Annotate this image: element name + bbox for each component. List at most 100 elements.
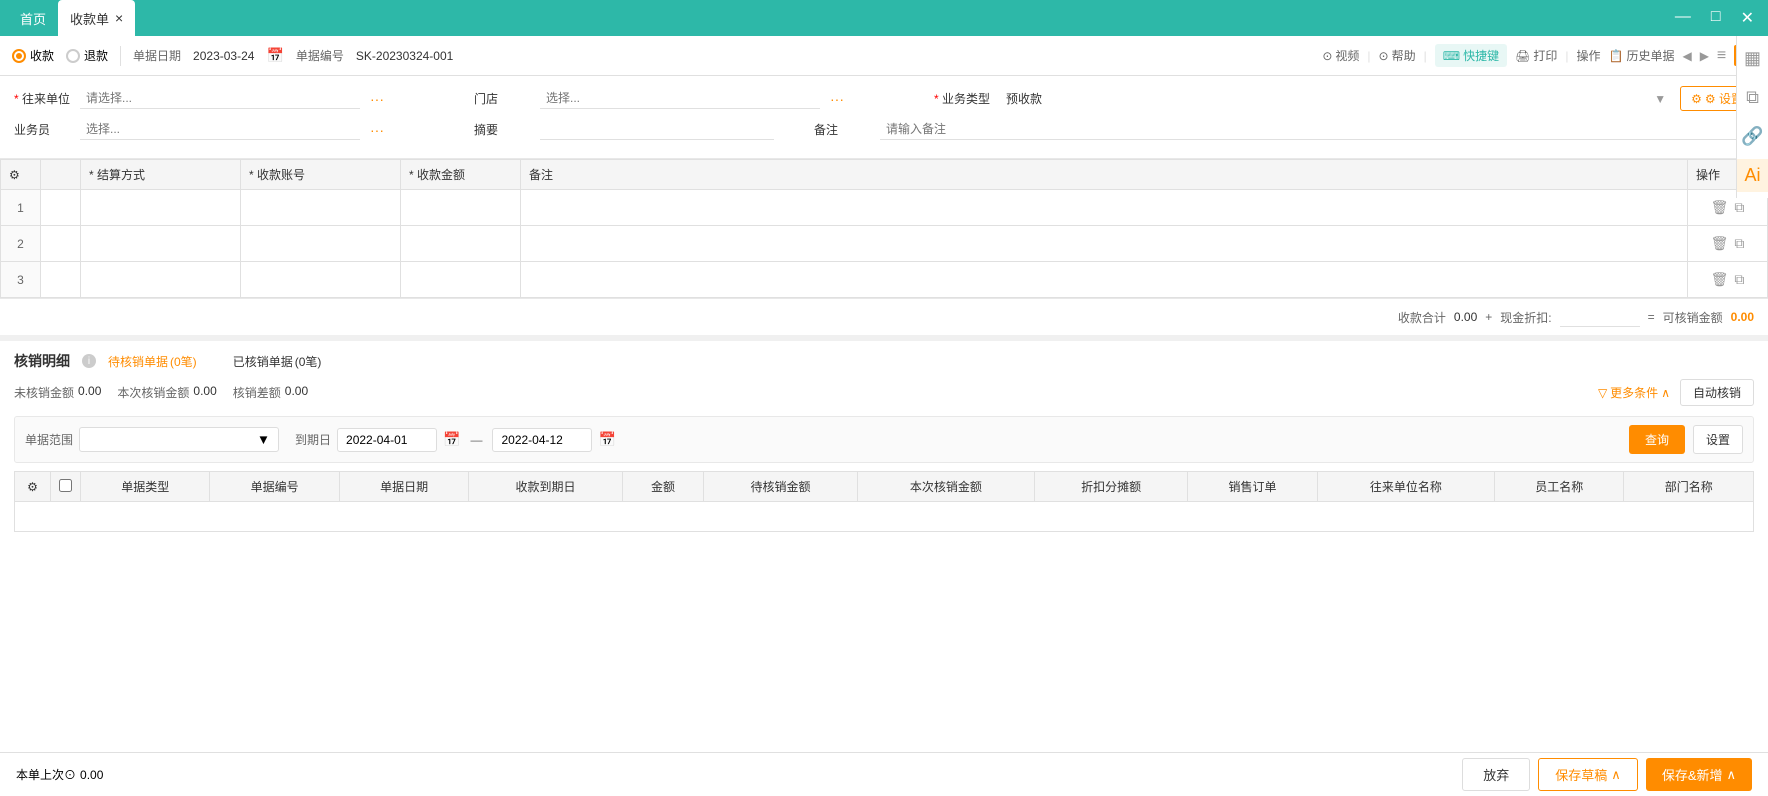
date-from-input[interactable] (337, 428, 437, 452)
more-conditions-btn[interactable]: ▽ 更多条件 ∧ (1598, 384, 1670, 401)
copy-icon-1[interactable]: ⧉ (1734, 199, 1744, 216)
save-new-button[interactable]: 保存&新增 ∧ (1646, 758, 1752, 791)
refund-radio[interactable]: 退款 (66, 47, 108, 64)
delete-icon-2[interactable]: 🗑 (1711, 235, 1729, 252)
shortcut-btn[interactable]: ⌨ 快捷键 (1435, 44, 1507, 67)
pending-tab[interactable]: 待核销单据 (0笔) (108, 353, 197, 370)
table-settings-icon[interactable]: ⚙ (1, 160, 41, 190)
hexiao-info-icon[interactable]: i (82, 354, 96, 368)
note-input[interactable] (880, 119, 1754, 140)
salesman-more-icon[interactable]: ··· (370, 122, 384, 138)
row-3-note[interactable] (521, 262, 1688, 298)
footer-info: 本单上次⊙ 0.00 (16, 766, 103, 783)
diff-value: 0.00 (285, 384, 308, 401)
delete-icon-1[interactable]: 🗑 (1711, 199, 1729, 216)
minimize-button[interactable]: — (1669, 6, 1697, 30)
row-2-account[interactable] (241, 226, 401, 262)
cal-to-icon[interactable]: 📅 (598, 431, 615, 448)
bottom-col-partner: 往来单位名称 (1317, 472, 1494, 502)
row-1-note[interactable] (521, 190, 1688, 226)
panel-link-icon[interactable]: 🔗 (1741, 120, 1763, 153)
bottom-table-empty-row (15, 502, 1754, 532)
bottom-col-pending: 待核销金额 (704, 472, 857, 502)
range-dropdown[interactable]: ▼ (79, 427, 279, 452)
draft-button[interactable]: 保存草稿 ∧ (1538, 758, 1638, 791)
close-window-button[interactable]: ✕ (1735, 6, 1760, 30)
receipt-refund-toggle: 收款 退款 (12, 47, 108, 64)
date-dash: — (470, 433, 482, 447)
receipt-radio[interactable]: 收款 (12, 47, 54, 64)
row-2-amount[interactable] (401, 226, 521, 262)
refund-radio-dot (66, 49, 80, 63)
row-3-account[interactable] (241, 262, 401, 298)
query-button[interactable]: 查询 (1629, 425, 1685, 454)
copy-icon-3[interactable]: ⧉ (1734, 271, 1744, 288)
salesman-input[interactable] (80, 119, 360, 140)
cal-from-icon[interactable]: 📅 (443, 431, 460, 448)
help-btn[interactable]: ⊙ 帮助 (1379, 47, 1416, 64)
store-more-icon[interactable]: ··· (830, 91, 844, 107)
row-1-settlement[interactable] (81, 190, 241, 226)
tab-current-label: 收款单 (70, 9, 109, 28)
bottom-col-this: 本次核销金额 (857, 472, 1034, 502)
toolbar: 收款 退款 单据日期 2023-03-24 📅 单据编号 SK-20230324… (0, 36, 1768, 76)
row-3-amount[interactable] (401, 262, 521, 298)
copy-icon-2[interactable]: ⧉ (1734, 235, 1744, 252)
tab-current[interactable]: 收款单 × (58, 0, 135, 36)
discount-input[interactable] (1560, 307, 1640, 327)
auto-cancel-btn[interactable]: 自动核销 (1680, 379, 1754, 406)
panel-ai-icon[interactable]: Ai (1737, 159, 1768, 192)
date-to-input[interactable] (492, 428, 592, 452)
panel-table-icon[interactable]: ▦ (1744, 42, 1761, 75)
row-2-note[interactable] (521, 226, 1688, 262)
done-tab[interactable]: 已核销单据 (0笔) (233, 353, 322, 370)
list-view-icon[interactable]: ≡ (1717, 47, 1726, 65)
row-1-num: 1 (1, 190, 41, 226)
bottom-col-type: 单据类型 (81, 472, 210, 502)
diff-label: 核销差额 (233, 384, 281, 401)
col-amount-header: * 收款金额 (401, 160, 521, 190)
close-icon[interactable]: × (115, 10, 123, 26)
biz-type-dropdown-icon[interactable]: ▼ (1654, 92, 1666, 106)
store-input[interactable] (540, 88, 820, 109)
partner-input[interactable] (80, 88, 360, 109)
row-1-action-icons: 🗑 ⧉ (1696, 199, 1759, 216)
row-2-settlement[interactable] (81, 226, 241, 262)
summary-input[interactable] (540, 119, 774, 140)
tab-home[interactable]: 首页 (8, 0, 58, 36)
row-1-empty1 (41, 190, 81, 226)
number-value: SK-20230324-001 (356, 49, 453, 63)
delete-icon-3[interactable]: 🗑 (1711, 271, 1729, 288)
abandon-button[interactable]: 放弃 (1462, 758, 1530, 791)
refund-label: 退款 (84, 47, 108, 64)
row-1-account[interactable] (241, 190, 401, 226)
row-1-amount[interactable] (401, 190, 521, 226)
form-section: 往来单位 ··· 门店 ··· 业务类型 预收款 ▼ ⚙ ⚙ 设置 业务 (0, 76, 1768, 159)
calendar-icon[interactable]: 📅 (266, 47, 283, 64)
bottom-table-section: ⚙ 单据类型 单据编号 单据日期 收款到期日 金额 待核销金额 本次核销金额 折… (14, 471, 1754, 532)
note-label: 备注 (814, 121, 874, 138)
history-btn[interactable]: 📋 历史单据 (1608, 47, 1674, 64)
select-all-checkbox[interactable] (59, 479, 72, 492)
search-settings-btn[interactable]: 设置 (1693, 425, 1743, 454)
hexiao-header: 核销明细 i 待核销单据 (0笔) 已核销单据 (0笔) (14, 351, 1754, 371)
this-cancel-label: 本次核销金额 (117, 384, 189, 401)
date-value: 2023-03-24 (193, 49, 254, 63)
maximize-button[interactable]: □ (1705, 6, 1727, 30)
video-btn[interactable]: ⊙ 视频 (1322, 47, 1359, 64)
biz-type-field: 业务类型 预收款 ▼ ⚙ ⚙ 设置 (934, 86, 1754, 111)
total-label: 收款合计 (1398, 309, 1446, 326)
panel-copy-icon[interactable]: ⧉ (1746, 81, 1759, 114)
prev-icon[interactable]: ◀ (1682, 49, 1691, 63)
print-btn[interactable]: 🖨 打印 (1515, 47, 1557, 64)
partner-more-icon[interactable]: ··· (370, 91, 384, 107)
row-3-settlement[interactable] (81, 262, 241, 298)
bottom-col-settings[interactable]: ⚙ (15, 472, 51, 502)
gear-icon: ⚙ (1691, 92, 1702, 106)
operate-btn[interactable]: 操作 (1576, 47, 1600, 64)
row-2-num: 2 (1, 226, 41, 262)
uncancelled-value: 0.00 (78, 384, 101, 401)
net-label: 可核销金额 (1663, 309, 1723, 326)
table-row: 1 🗑 ⧉ (1, 190, 1768, 226)
next-icon[interactable]: ▶ (1700, 49, 1709, 63)
